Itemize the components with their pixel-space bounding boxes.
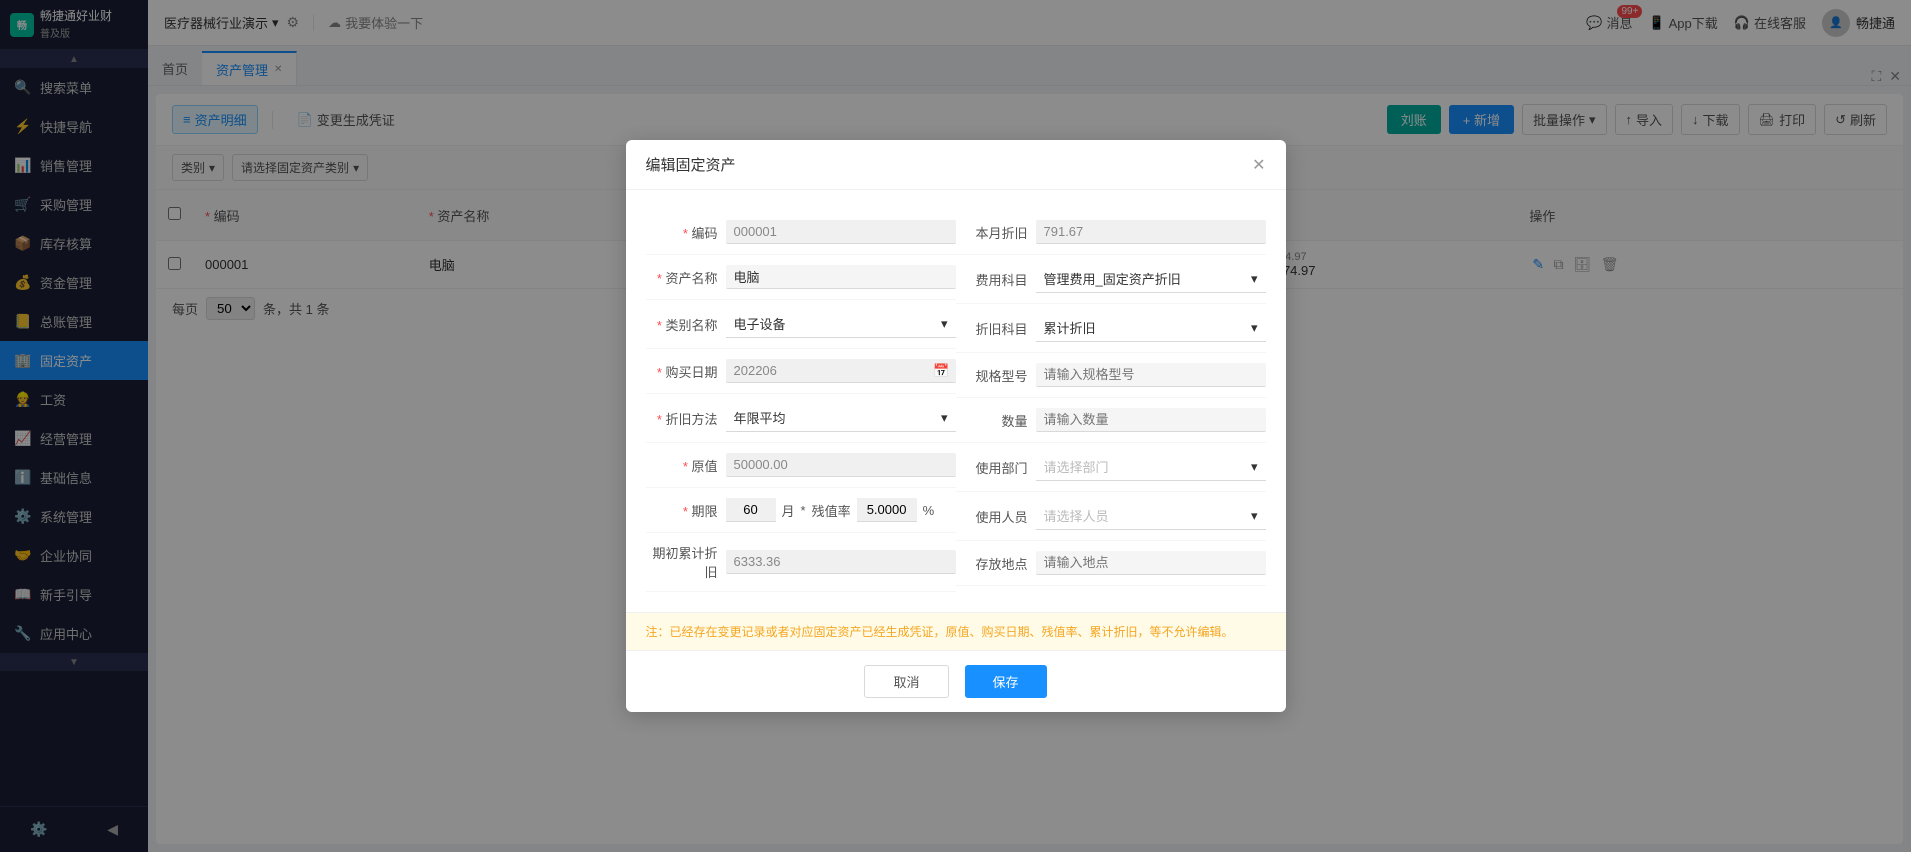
chevron-down-icon: ▾ bbox=[941, 410, 948, 426]
spec-label: 规格型号 bbox=[956, 366, 1036, 385]
chevron-down-icon: ▾ bbox=[1251, 320, 1258, 336]
pct-unit: % bbox=[923, 503, 935, 518]
form-row-quantity: 数量 bbox=[956, 398, 1266, 443]
form-row-period: 期限 月 * 残值率 % bbox=[646, 488, 956, 533]
user-placeholder: 请选择人员 bbox=[1044, 506, 1109, 525]
period-label: 期限 bbox=[646, 501, 726, 520]
dept-select[interactable]: 请选择部门 ▾ bbox=[1036, 453, 1266, 481]
purchase-date-label: 购买日期 bbox=[646, 362, 726, 381]
quantity-label: 数量 bbox=[956, 411, 1036, 430]
form-row-user: 使用人员 请选择人员 ▾ bbox=[956, 492, 1266, 541]
purchase-date-input[interactable] bbox=[726, 359, 928, 382]
form-row-expense-account: 费用科目 管理费用_固定资产折旧 ▾ bbox=[956, 255, 1266, 304]
dep-account-label: 折旧科目 bbox=[956, 319, 1036, 338]
location-input[interactable] bbox=[1036, 551, 1266, 575]
dialog-title: 编辑固定资产 bbox=[646, 154, 736, 175]
dialog-overlay: 编辑固定资产 ✕ 编码 资产名称 bbox=[0, 0, 1911, 852]
dialog-body: 编码 资产名称 类别名称 电子设备 ▾ bbox=[626, 190, 1286, 612]
original-value-label: 原值 bbox=[646, 456, 726, 475]
form-row-dept: 使用部门 请选择部门 ▾ bbox=[956, 443, 1266, 492]
form-row-code: 编码 bbox=[646, 210, 956, 255]
expense-account-label: 费用科目 bbox=[956, 270, 1036, 289]
dialog-note: 注：已经存在变更记录或者对应固定资产已经生成凭证，原值、购买日期、残值率、累计折… bbox=[626, 612, 1286, 650]
dept-placeholder: 请选择部门 bbox=[1044, 457, 1109, 476]
dialog-footer: 取消 保存 bbox=[626, 650, 1286, 712]
spec-input[interactable] bbox=[1036, 363, 1266, 387]
code-label: 编码 bbox=[646, 223, 726, 242]
form-row-original-value: 原值 bbox=[646, 443, 956, 488]
form-row-category: 类别名称 电子设备 ▾ bbox=[646, 300, 956, 349]
category-value: 电子设备 bbox=[734, 314, 786, 333]
initial-accum-input[interactable] bbox=[726, 550, 956, 574]
dialog-close-icon[interactable]: ✕ bbox=[1252, 155, 1265, 175]
monthly-dep-label: 本月折旧 bbox=[956, 223, 1036, 242]
residual-rate-input[interactable] bbox=[857, 498, 917, 522]
purchase-date-input-container: 📅 bbox=[726, 359, 956, 383]
note-text: 注：已经存在变更记录或者对应固定资产已经生成凭证，原值、购买日期、残值率、累计折… bbox=[646, 625, 1234, 639]
form-row-asset-name: 资产名称 bbox=[646, 255, 956, 300]
expense-account-select[interactable]: 管理费用_固定资产折旧 ▾ bbox=[1036, 265, 1266, 293]
original-value-input[interactable] bbox=[726, 453, 956, 477]
user-label: 使用人员 bbox=[956, 507, 1036, 526]
form-row-location: 存放地点 bbox=[956, 541, 1266, 586]
initial-accum-label: 期初累计折旧 bbox=[646, 543, 726, 581]
form-right-col: 本月折旧 费用科目 管理费用_固定资产折旧 ▾ 折旧科目 bbox=[956, 210, 1266, 592]
residual-rate-label: 残值率 bbox=[812, 501, 851, 520]
monthly-dep-input bbox=[1036, 220, 1266, 244]
form-row-dep-method: 折旧方法 年限平均 ▾ bbox=[646, 394, 956, 443]
edit-asset-dialog: 编辑固定资产 ✕ 编码 资产名称 bbox=[626, 140, 1286, 712]
chevron-down-icon: ▾ bbox=[1251, 271, 1258, 287]
save-button[interactable]: 保存 bbox=[965, 665, 1047, 698]
residual-rate-asterisk: * bbox=[801, 503, 806, 518]
chevron-down-icon: ▾ bbox=[1251, 508, 1258, 524]
form-row-monthly-dep: 本月折旧 bbox=[956, 210, 1266, 255]
dep-method-select[interactable]: 年限平均 ▾ bbox=[726, 404, 956, 432]
chevron-down-icon: ▾ bbox=[1251, 459, 1258, 475]
dialog-form: 编码 资产名称 类别名称 电子设备 ▾ bbox=[646, 210, 1266, 592]
dep-method-label: 折旧方法 bbox=[646, 409, 726, 428]
category-select[interactable]: 电子设备 ▾ bbox=[726, 310, 956, 338]
dialog-header: 编辑固定资产 ✕ bbox=[626, 140, 1286, 190]
form-row-purchase-date: 购买日期 📅 bbox=[646, 349, 956, 394]
quantity-input[interactable] bbox=[1036, 408, 1266, 432]
dep-account-select[interactable]: 累计折旧 ▾ bbox=[1036, 314, 1266, 342]
dep-account-value: 累计折旧 bbox=[1044, 318, 1096, 337]
period-unit: 月 bbox=[782, 501, 795, 520]
calendar-icon[interactable]: 📅 bbox=[927, 363, 955, 379]
location-label: 存放地点 bbox=[956, 554, 1036, 573]
form-row-initial-accum: 期初累计折旧 bbox=[646, 533, 956, 592]
cancel-button[interactable]: 取消 bbox=[864, 665, 948, 698]
dep-method-value: 年限平均 bbox=[734, 408, 786, 427]
user-select[interactable]: 请选择人员 ▾ bbox=[1036, 502, 1266, 530]
category-label: 类别名称 bbox=[646, 315, 726, 334]
asset-name-label: 资产名称 bbox=[646, 268, 726, 287]
form-row-spec: 规格型号 bbox=[956, 353, 1266, 398]
period-input[interactable] bbox=[726, 498, 776, 522]
expense-account-value: 管理费用_固定资产折旧 bbox=[1044, 269, 1181, 288]
asset-name-input[interactable] bbox=[726, 265, 956, 289]
dept-label: 使用部门 bbox=[956, 458, 1036, 477]
period-row-inline: 月 * 残值率 % bbox=[726, 498, 935, 522]
code-input[interactable] bbox=[726, 220, 956, 244]
form-left-col: 编码 资产名称 类别名称 电子设备 ▾ bbox=[646, 210, 956, 592]
form-row-dep-account: 折旧科目 累计折旧 ▾ bbox=[956, 304, 1266, 353]
chevron-down-icon: ▾ bbox=[941, 316, 948, 332]
